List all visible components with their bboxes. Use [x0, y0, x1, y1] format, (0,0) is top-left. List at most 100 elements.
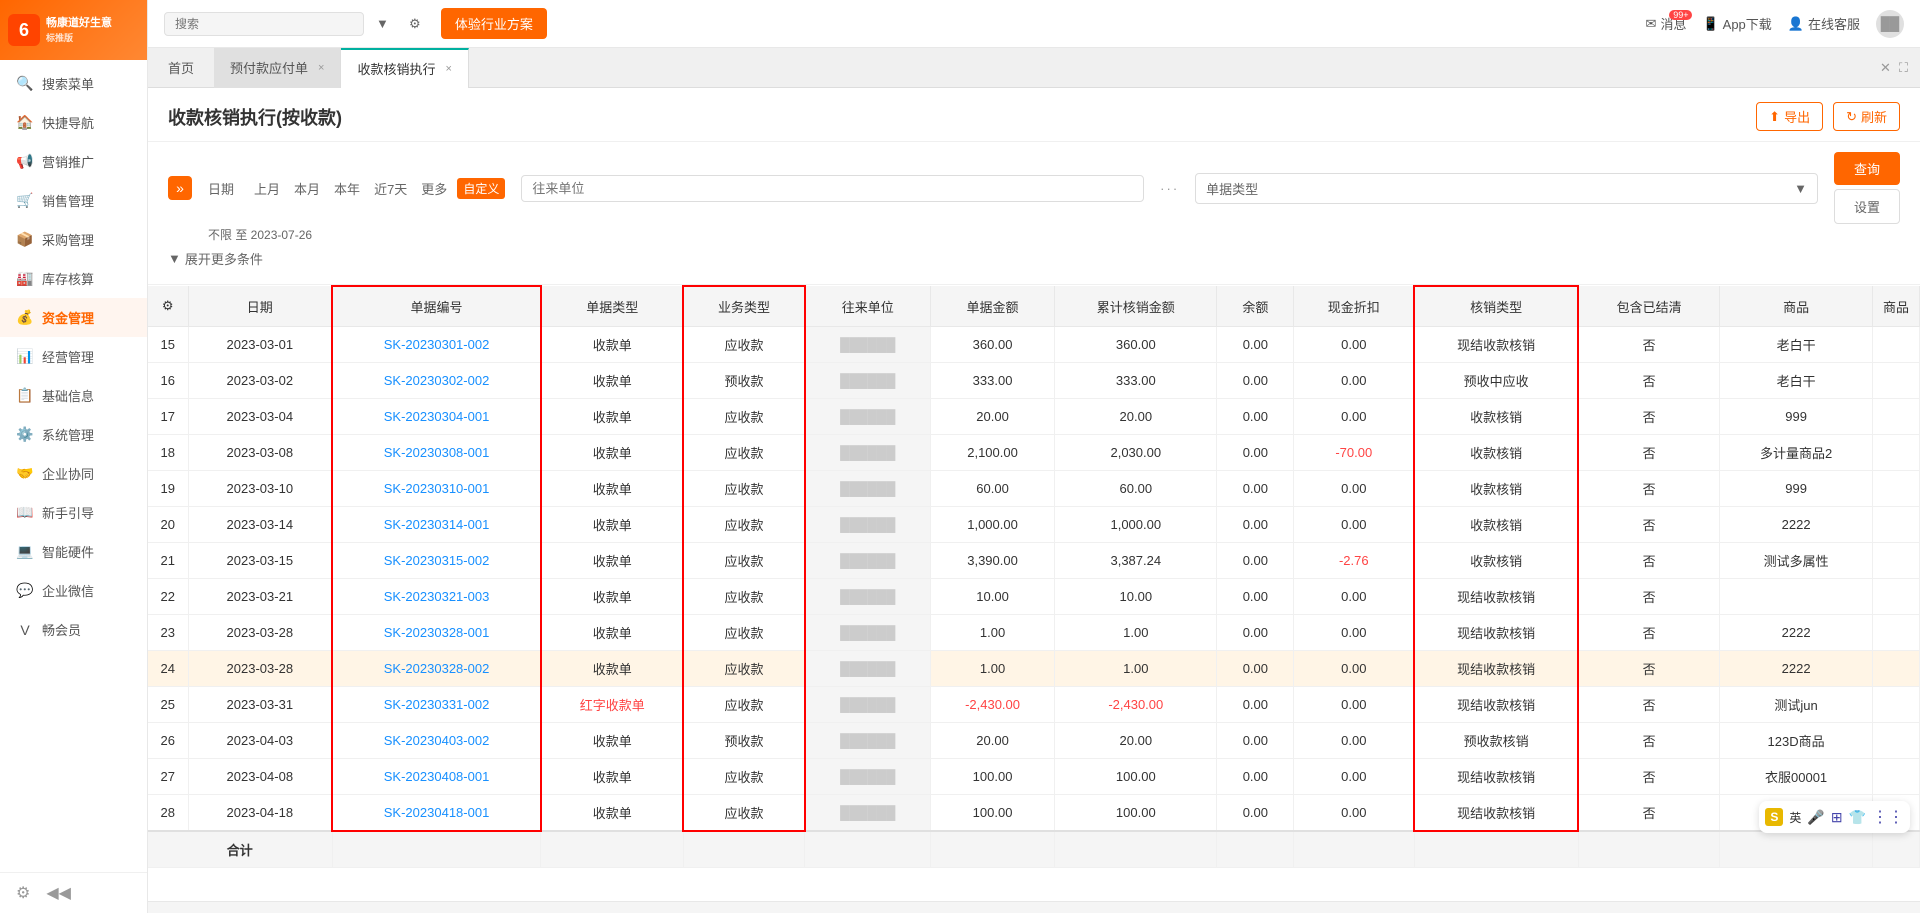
- filter-more-dots[interactable]: ···: [1160, 181, 1179, 196]
- sidebar: 6 畅康道好生意 标推版 🔍 搜索菜单 🏠 快捷导航 📢 营销推广 🛒 销售管理…: [0, 0, 148, 913]
- doc-link[interactable]: SK-20230321-003: [384, 589, 490, 604]
- settings-button[interactable]: 设置: [1834, 189, 1900, 224]
- cell-product: 123D商品: [1720, 723, 1873, 759]
- cell-no: 15: [148, 327, 188, 363]
- logo-text: 畅康道好生意: [46, 16, 112, 31]
- cell-verified: 10.00: [1055, 579, 1217, 615]
- table-row: 16 2023-03-02 SK-20230302-002 收款单 预收款 ██…: [148, 363, 1920, 399]
- expand-label: 展开更多条件: [185, 249, 263, 268]
- cell-settled: 否: [1578, 543, 1720, 579]
- partner-input[interactable]: [521, 175, 1144, 202]
- date-this-year[interactable]: 本年: [330, 177, 364, 200]
- solution-button[interactable]: 体验行业方案: [441, 8, 547, 39]
- tab-payable[interactable]: 预付款应付单 ×: [214, 48, 341, 88]
- filter-row-1: » 日期 上月 本月 本年 近7天 更多 自定义 ··· 单据类型: [168, 152, 1900, 224]
- main-content: ▼ ⚙ 体验行业方案 ✉ 消息 99+ 📱 App下载 👤 在线客服 ██ 首页: [148, 0, 1920, 913]
- cell-verifytype: 现结收款核销: [1414, 579, 1578, 615]
- doc-link[interactable]: SK-20230304-001: [384, 409, 490, 424]
- tab-home[interactable]: 首页: [148, 58, 214, 77]
- floating-badge: S 英 🎤 ⊞ 👕 ⋮⋮: [1759, 801, 1910, 833]
- cell-doctype: 红字收款单: [541, 687, 684, 723]
- date-7days[interactable]: 近7天: [370, 177, 411, 200]
- refresh-button[interactable]: ↻ 刷新: [1833, 102, 1900, 131]
- filter-expand-button[interactable]: »: [168, 176, 192, 200]
- sidebar-item-collab[interactable]: 🤝 企业协同: [0, 454, 147, 493]
- doc-link[interactable]: SK-20230403-002: [384, 733, 490, 748]
- collapse-icon[interactable]: ◀◀: [46, 883, 71, 903]
- topbar-dropdown[interactable]: ▼: [376, 16, 389, 31]
- sidebar-item-hardware[interactable]: 💻 智能硬件: [0, 532, 147, 571]
- mic-icon[interactable]: 🎤: [1807, 809, 1824, 826]
- doc-link[interactable]: SK-20230314-001: [384, 517, 490, 532]
- cell-verifytype: 现结收款核销: [1414, 795, 1578, 832]
- doc-link[interactable]: SK-20230310-001: [384, 481, 490, 496]
- footer-doctype: [541, 831, 684, 868]
- cell-settled: 否: [1578, 759, 1720, 795]
- cell-docno: SK-20230321-003: [332, 579, 541, 615]
- sidebar-item-purchase[interactable]: 📦 采购管理: [0, 220, 147, 259]
- col-verifytype-header: 核销类型: [1414, 286, 1578, 327]
- service-button[interactable]: 👤 在线客服: [1788, 14, 1860, 33]
- topbar-gear-icon[interactable]: ⚙: [401, 10, 429, 38]
- tab-verify[interactable]: 收款核销执行 ×: [341, 48, 468, 88]
- shirt-icon[interactable]: 👕: [1849, 809, 1866, 826]
- sidebar-item-wechat[interactable]: 💬 企业微信: [0, 571, 147, 610]
- sidebar-item-member[interactable]: V 畅会员: [0, 610, 147, 649]
- tab-close-all-icon[interactable]: ✕: [1880, 60, 1891, 76]
- tab-payable-close[interactable]: ×: [318, 62, 324, 74]
- query-button[interactable]: 查询: [1834, 152, 1900, 185]
- sidebar-item-operation[interactable]: 📊 经营管理: [0, 337, 147, 376]
- sidebar-item-finance[interactable]: 💰 资金管理: [0, 298, 147, 337]
- sidebar-item-inventory[interactable]: 🏭 库存核算: [0, 259, 147, 298]
- doc-link[interactable]: SK-20230302-002: [384, 373, 490, 388]
- doc-link[interactable]: SK-20230331-002: [384, 697, 490, 712]
- search-input[interactable]: [164, 12, 364, 36]
- cell-partner: ██████: [805, 471, 931, 507]
- doc-link[interactable]: SK-20230328-002: [384, 661, 490, 676]
- tab-expand-icon[interactable]: ⛶: [1899, 60, 1908, 76]
- grid-icon[interactable]: ⊞: [1831, 809, 1843, 826]
- col-gear-header[interactable]: ⚙: [148, 286, 188, 327]
- sidebar-icon-purchase: 📦: [16, 231, 34, 249]
- doc-link[interactable]: SK-20230418-001: [384, 805, 490, 820]
- export-button[interactable]: ⬆ 导出: [1756, 102, 1823, 131]
- footer-discount: [1294, 831, 1414, 868]
- date-custom-button[interactable]: 自定义: [457, 178, 505, 199]
- sidebar-item-guide[interactable]: 📖 新手引导: [0, 493, 147, 532]
- date-more[interactable]: 更多: [417, 177, 451, 200]
- sidebar-item-search[interactable]: 🔍 搜索菜单: [0, 64, 147, 103]
- user-avatar[interactable]: ██: [1876, 10, 1904, 38]
- app-download-button[interactable]: 📱 App下载: [1702, 14, 1771, 33]
- doc-link[interactable]: SK-20230328-001: [384, 625, 490, 640]
- sidebar-item-nav[interactable]: 🏠 快捷导航: [0, 103, 147, 142]
- cell-verifytype: 现结收款核销: [1414, 687, 1578, 723]
- doc-link[interactable]: SK-20230308-001: [384, 445, 490, 460]
- date-this-month[interactable]: 本月: [290, 177, 324, 200]
- cell-partner: ██████: [805, 399, 931, 435]
- doc-link[interactable]: SK-20230301-002: [384, 337, 490, 352]
- message-icon: ✉: [1646, 16, 1657, 32]
- doc-link[interactable]: SK-20230408-001: [384, 769, 490, 784]
- cell-partner: ██████: [805, 795, 931, 832]
- message-button[interactable]: ✉ 消息 99+: [1646, 14, 1687, 33]
- expand-more-row[interactable]: ▼ 展开更多条件: [168, 243, 1900, 274]
- footer-amount: [930, 831, 1054, 868]
- doc-type-select[interactable]: 单据类型 ▼: [1195, 173, 1818, 204]
- date-range-display: 不限 至 2023-07-26: [168, 226, 1900, 243]
- tab-verify-close[interactable]: ×: [445, 63, 451, 75]
- apps-icon[interactable]: ⋮⋮: [1872, 807, 1904, 827]
- doc-link[interactable]: SK-20230315-002: [384, 553, 490, 568]
- cell-balance: 0.00: [1217, 327, 1294, 363]
- bottom-scrollbar[interactable]: [148, 901, 1920, 913]
- cell-product2: [1872, 435, 1919, 471]
- sidebar-item-system[interactable]: ⚙️ 系统管理: [0, 415, 147, 454]
- col-balance-header: 余额: [1217, 286, 1294, 327]
- sidebar-item-basic[interactable]: 📋 基础信息: [0, 376, 147, 415]
- settings-icon[interactable]: ⚙: [16, 883, 30, 903]
- cell-doctype: 收款单: [541, 615, 684, 651]
- date-last-month[interactable]: 上月: [250, 177, 284, 200]
- sidebar-item-sales[interactable]: 🛒 销售管理: [0, 181, 147, 220]
- cell-discount: 0.00: [1294, 651, 1414, 687]
- cell-no: 25: [148, 687, 188, 723]
- sidebar-item-marketing[interactable]: 📢 营销推广: [0, 142, 147, 181]
